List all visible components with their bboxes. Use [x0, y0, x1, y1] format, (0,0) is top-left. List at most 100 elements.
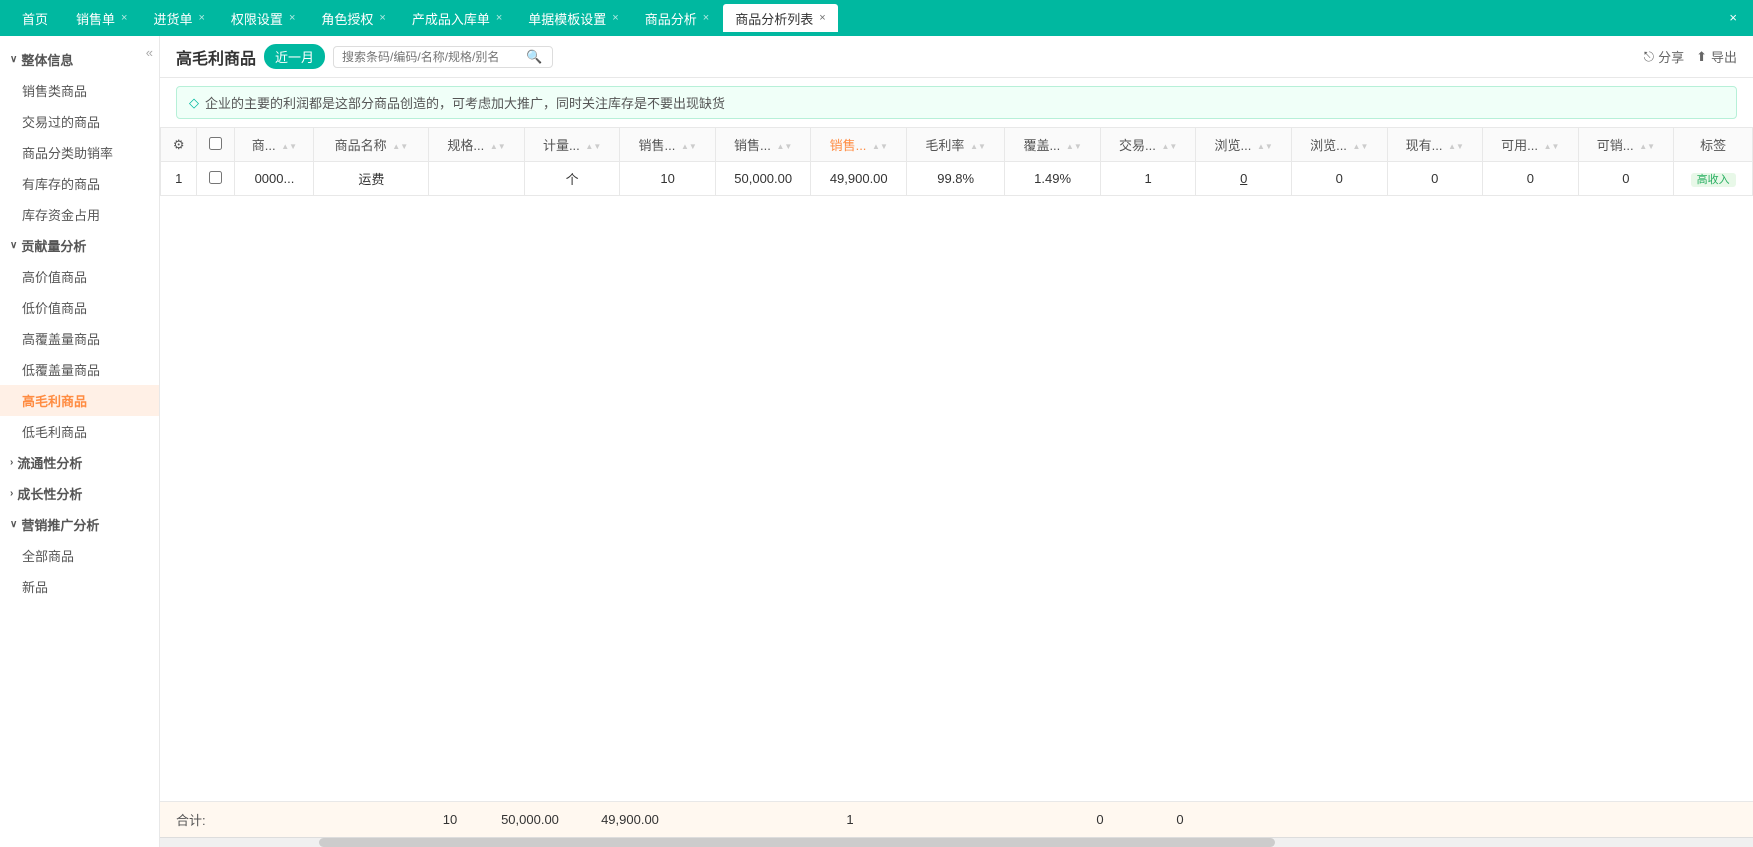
sidebar-group-marketing[interactable]: ∨ 营销推广分析	[0, 509, 159, 540]
sort-icon[interactable]: ▲▼	[872, 143, 888, 151]
row-seq: 1	[161, 162, 197, 196]
row-checkbox-cell[interactable]	[197, 162, 235, 196]
row-tag: 高收入	[1674, 162, 1753, 196]
col-name[interactable]: 商品名称 ▲▼	[314, 128, 429, 162]
col-unit[interactable]: 计量... ▲▼	[524, 128, 620, 162]
col-sales3[interactable]: 销售... ▲▼	[811, 128, 907, 162]
close-icon[interactable]: ×	[198, 12, 204, 24]
sidebar-group-overall[interactable]: ∨ 整体信息	[0, 44, 159, 75]
col-browse2[interactable]: 浏览... ▲▼	[1291, 128, 1387, 162]
close-icon[interactable]: ×	[612, 12, 618, 24]
sidebar-item-stock-goods[interactable]: 有库存的商品	[0, 168, 159, 199]
row-available: 0	[1483, 162, 1579, 196]
col-coverage[interactable]: 覆盖... ▲▼	[1005, 128, 1101, 162]
sort-icon[interactable]: ▲▼	[1544, 143, 1560, 151]
search-input[interactable]	[342, 50, 522, 64]
chevron-down-icon: ∨	[10, 519, 17, 530]
share-button[interactable]: ⎋ 分享	[1644, 47, 1684, 66]
col-sales2[interactable]: 销售... ▲▼	[715, 128, 811, 162]
row-sales1: 10	[620, 162, 716, 196]
nav-tab-purchase[interactable]: 进货单 ×	[141, 4, 216, 32]
col-spec[interactable]: 规格... ▲▼	[429, 128, 525, 162]
col-gross-rate[interactable]: 毛利率 ▲▼	[907, 128, 1005, 162]
row-gross-rate: 99.8%	[907, 162, 1005, 196]
export-button[interactable]: ⬆ 导出	[1696, 47, 1737, 66]
close-icon[interactable]: ×	[379, 12, 385, 24]
sidebar-item-category-rate[interactable]: 商品分类助销率	[0, 137, 159, 168]
time-filter-button[interactable]: 近一月	[264, 44, 325, 69]
sidebar-group-contribution[interactable]: ∨ 贡献量分析	[0, 230, 159, 261]
select-all-checkbox[interactable]	[209, 137, 222, 150]
sidebar-item-sales-goods[interactable]: 销售类商品	[0, 75, 159, 106]
sort-icon[interactable]: ▲▼	[1448, 143, 1464, 151]
row-browse1[interactable]: 0	[1196, 162, 1292, 196]
sort-icon[interactable]: ▲▼	[281, 143, 297, 151]
sidebar-item-low-value[interactable]: 低价值商品	[0, 292, 159, 323]
col-tag[interactable]: 标签	[1674, 128, 1753, 162]
sidebar-item-stock-capital[interactable]: 库存资金占用	[0, 199, 159, 230]
sort-icon[interactable]: ▲▼	[1257, 143, 1273, 151]
nav-tab-template[interactable]: 单据模板设置 ×	[516, 4, 630, 32]
sidebar-item-high-margin[interactable]: 高毛利商品	[0, 385, 159, 416]
close-icon[interactable]: ×	[703, 12, 709, 24]
sort-icon[interactable]: ▲▼	[490, 143, 506, 151]
sidebar-item-new-goods[interactable]: 新品	[0, 571, 159, 602]
close-icon[interactable]: ×	[819, 12, 825, 24]
tab-label: 销售单	[76, 9, 115, 28]
col-settings[interactable]: ⚙	[161, 128, 197, 162]
row-sellable: 0	[1578, 162, 1674, 196]
col-checkbox[interactable]	[197, 128, 235, 162]
close-icon[interactable]: ×	[496, 12, 502, 24]
col-sellable[interactable]: 可销... ▲▼	[1578, 128, 1674, 162]
col-sales1[interactable]: 销售... ▲▼	[620, 128, 716, 162]
col-browse1[interactable]: 浏览... ▲▼	[1196, 128, 1292, 162]
sidebar-item-low-coverage[interactable]: 低覆盖量商品	[0, 354, 159, 385]
nav-tab-permissions[interactable]: 权限设置 ×	[219, 4, 307, 32]
col-transaction[interactable]: 交易... ▲▼	[1100, 128, 1196, 162]
footer-transaction: 1	[800, 812, 900, 827]
nav-tab-roles[interactable]: 角色授权 ×	[309, 4, 397, 32]
export-icon: ⬆	[1696, 49, 1707, 65]
sidebar-group-liquidity[interactable]: › 流通性分析	[0, 447, 159, 478]
sidebar-group-growth[interactable]: › 成长性分析	[0, 478, 159, 509]
tab-label: 商品分析列表	[735, 9, 813, 28]
col-available[interactable]: 可用... ▲▼	[1483, 128, 1579, 162]
scrollbar-thumb[interactable]	[319, 838, 1275, 847]
nav-tab-analysis[interactable]: 商品分析 ×	[633, 4, 721, 32]
close-all-button[interactable]: ×	[1721, 9, 1745, 27]
sort-icon[interactable]: ▲▼	[585, 143, 601, 151]
nav-tab-analysis-list[interactable]: 商品分析列表 ×	[723, 4, 837, 32]
sort-icon[interactable]: ▲▼	[1161, 143, 1177, 151]
nav-tab-sales[interactable]: 销售单 ×	[64, 4, 139, 32]
chevron-right-icon: ›	[10, 488, 13, 499]
nav-home[interactable]: 首页	[8, 4, 62, 32]
sort-icon[interactable]: ▲▼	[392, 143, 408, 151]
col-current[interactable]: 现有... ▲▼	[1387, 128, 1483, 162]
sidebar-item-low-margin[interactable]: 低毛利商品	[0, 416, 159, 447]
row-transaction: 1	[1100, 162, 1196, 196]
home-label: 首页	[22, 9, 48, 28]
tab-label: 产成品入库单	[412, 9, 490, 28]
sidebar-collapse-button[interactable]: «	[146, 44, 153, 60]
horizontal-scrollbar[interactable]	[160, 837, 1753, 847]
sidebar-item-traded-goods[interactable]: 交易过的商品	[0, 106, 159, 137]
sort-icon[interactable]: ▲▼	[970, 143, 986, 151]
sort-icon[interactable]: ▲▼	[777, 143, 793, 151]
sort-icon[interactable]: ▲▼	[1066, 143, 1082, 151]
nav-tab-product-storage[interactable]: 产成品入库单 ×	[400, 4, 514, 32]
col-code[interactable]: 商... ▲▼	[235, 128, 314, 162]
row-checkbox[interactable]	[209, 171, 222, 184]
footer-available: 0	[1140, 812, 1220, 827]
row-code: 0000...	[235, 162, 314, 196]
sidebar-item-all-goods[interactable]: 全部商品	[0, 540, 159, 571]
sidebar-item-high-coverage[interactable]: 高覆盖量商品	[0, 323, 159, 354]
close-icon[interactable]: ×	[121, 12, 127, 24]
close-icon[interactable]: ×	[289, 12, 295, 24]
sort-icon[interactable]: ▲▼	[681, 143, 697, 151]
sort-icon[interactable]: ▲▼	[1353, 143, 1369, 151]
search-box: 🔍	[333, 46, 553, 68]
sidebar-item-high-value[interactable]: 高价值商品	[0, 261, 159, 292]
footer-label: 合计:	[160, 810, 420, 829]
search-icon[interactable]: 🔍	[526, 49, 542, 65]
sort-icon[interactable]: ▲▼	[1639, 143, 1655, 151]
